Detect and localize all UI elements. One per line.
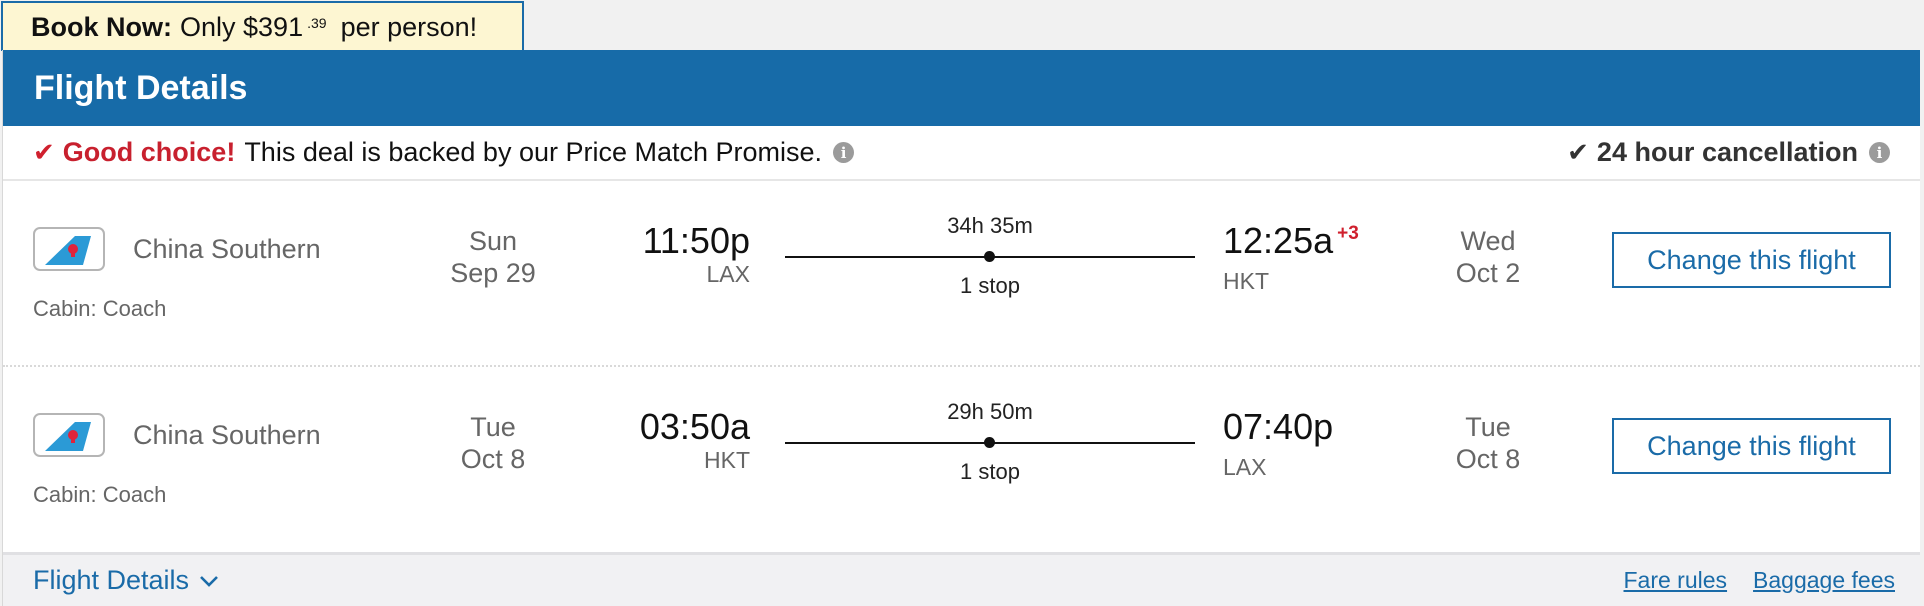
card-footer: Flight Details Fare rules Baggage fees — [3, 552, 1920, 606]
arrival-date-text: Oct 8 — [1455, 444, 1521, 474]
cancellation-label: 24 hour cancellation — [1596, 137, 1858, 167]
stop-marker-icon — [984, 251, 995, 262]
stop-marker-icon — [984, 437, 995, 448]
book-now-banner: Book Now: Only $391 .39 per person! — [1, 1, 524, 51]
card-header: Flight Details — [3, 50, 1920, 126]
departure-date-text: Oct 8 — [460, 444, 526, 474]
book-now-label: Book Now: — [31, 11, 172, 42]
price-cents: .39 — [307, 15, 327, 31]
cabin-class: Cabin: Coach — [33, 296, 167, 321]
departure: 11:50p LAX — [642, 220, 750, 288]
flight-details-card: Flight Details ✔ Good choice! This deal … — [2, 50, 1920, 606]
arrival-airport: LAX — [1223, 454, 1267, 480]
arrival-airport: HKT — [1223, 268, 1269, 294]
airline-name: China Southern — [133, 420, 321, 450]
checkmark-icon: ✔ — [1567, 137, 1589, 167]
flight-row: China Southern Cabin: Coach Sun Sep 29 1… — [3, 181, 1920, 367]
arrival-time: 12:25a — [1223, 220, 1334, 261]
cancellation-policy: ✔ 24 hour cancellation i — [1567, 137, 1890, 168]
flight-row: China Southern Cabin: Coach Tue Oct 8 03… — [3, 367, 1920, 553]
airline-name: China Southern — [133, 234, 321, 264]
info-icon[interactable]: i — [833, 142, 855, 163]
departure-airport: HKT — [704, 447, 750, 473]
page-title: Flight Details — [34, 68, 248, 107]
arrival: 12:25a +3 HKT — [1223, 220, 1359, 295]
arrival-day: Wed — [1460, 226, 1516, 256]
promise-text: This deal is backed by our Price Match P… — [244, 137, 823, 167]
departure-day: Sun — [468, 226, 518, 256]
arrival-date: Tue Oct 8 — [1428, 411, 1548, 475]
footer-links: Fare rules Baggage fees — [1624, 567, 1896, 594]
departure-day: Tue — [470, 412, 516, 442]
fare-rules-link[interactable]: Fare rules — [1624, 567, 1728, 594]
arrival: 07:40p LAX — [1223, 406, 1337, 481]
airline-logo — [33, 413, 105, 457]
info-icon[interactable]: i — [1869, 142, 1890, 163]
airline-tail-icon — [45, 236, 91, 265]
cabin-class: Cabin: Coach — [33, 482, 167, 507]
promise-bar: ✔ Good choice! This deal is backed by ou… — [3, 126, 1920, 181]
arrival-day: Tue — [1465, 412, 1511, 442]
arrival-date: Wed Oct 2 — [1428, 225, 1548, 289]
price-prefix: Only $391 — [180, 11, 304, 42]
airline-tail-icon — [45, 422, 91, 451]
departure: 03:50a HKT — [639, 406, 750, 474]
flight-duration: 34h 35m — [947, 213, 1033, 238]
departure-airport: LAX — [706, 261, 750, 287]
route-summary: 34h 35m 1 stop — [785, 213, 1195, 333]
price-suffix: per person! — [340, 11, 478, 42]
departure-date: Tue Oct 8 — [433, 411, 553, 475]
departure-date: Sun Sep 29 — [433, 225, 553, 289]
stop-count: 1 stop — [960, 273, 1020, 298]
flight-duration: 29h 50m — [947, 399, 1033, 424]
price-match-promise: ✔ Good choice! This deal is backed by ou… — [33, 137, 855, 168]
arrival-date-text: Oct 2 — [1455, 258, 1521, 288]
checkmark-icon: ✔ — [33, 137, 55, 167]
plus-days-badge: +3 — [1337, 223, 1359, 244]
change-flight-button[interactable]: Change this flight — [1612, 232, 1891, 288]
chevron-down-icon — [200, 575, 218, 587]
baggage-fees-link[interactable]: Baggage fees — [1753, 567, 1895, 594]
departure-time: 03:50a — [639, 406, 750, 447]
change-flight-button[interactable]: Change this flight — [1612, 418, 1891, 474]
flight-details-toggle[interactable]: Flight Details — [33, 565, 219, 596]
route-summary: 29h 50m 1 stop — [785, 399, 1195, 519]
good-choice-label: Good choice! — [62, 137, 236, 167]
stop-count: 1 stop — [960, 459, 1020, 484]
arrival-time: 07:40p — [1223, 406, 1334, 447]
departure-time: 11:50p — [642, 220, 750, 261]
departure-date-text: Sep 29 — [450, 258, 536, 288]
airline-logo — [33, 227, 105, 271]
flight-details-toggle-label: Flight Details — [33, 565, 190, 595]
